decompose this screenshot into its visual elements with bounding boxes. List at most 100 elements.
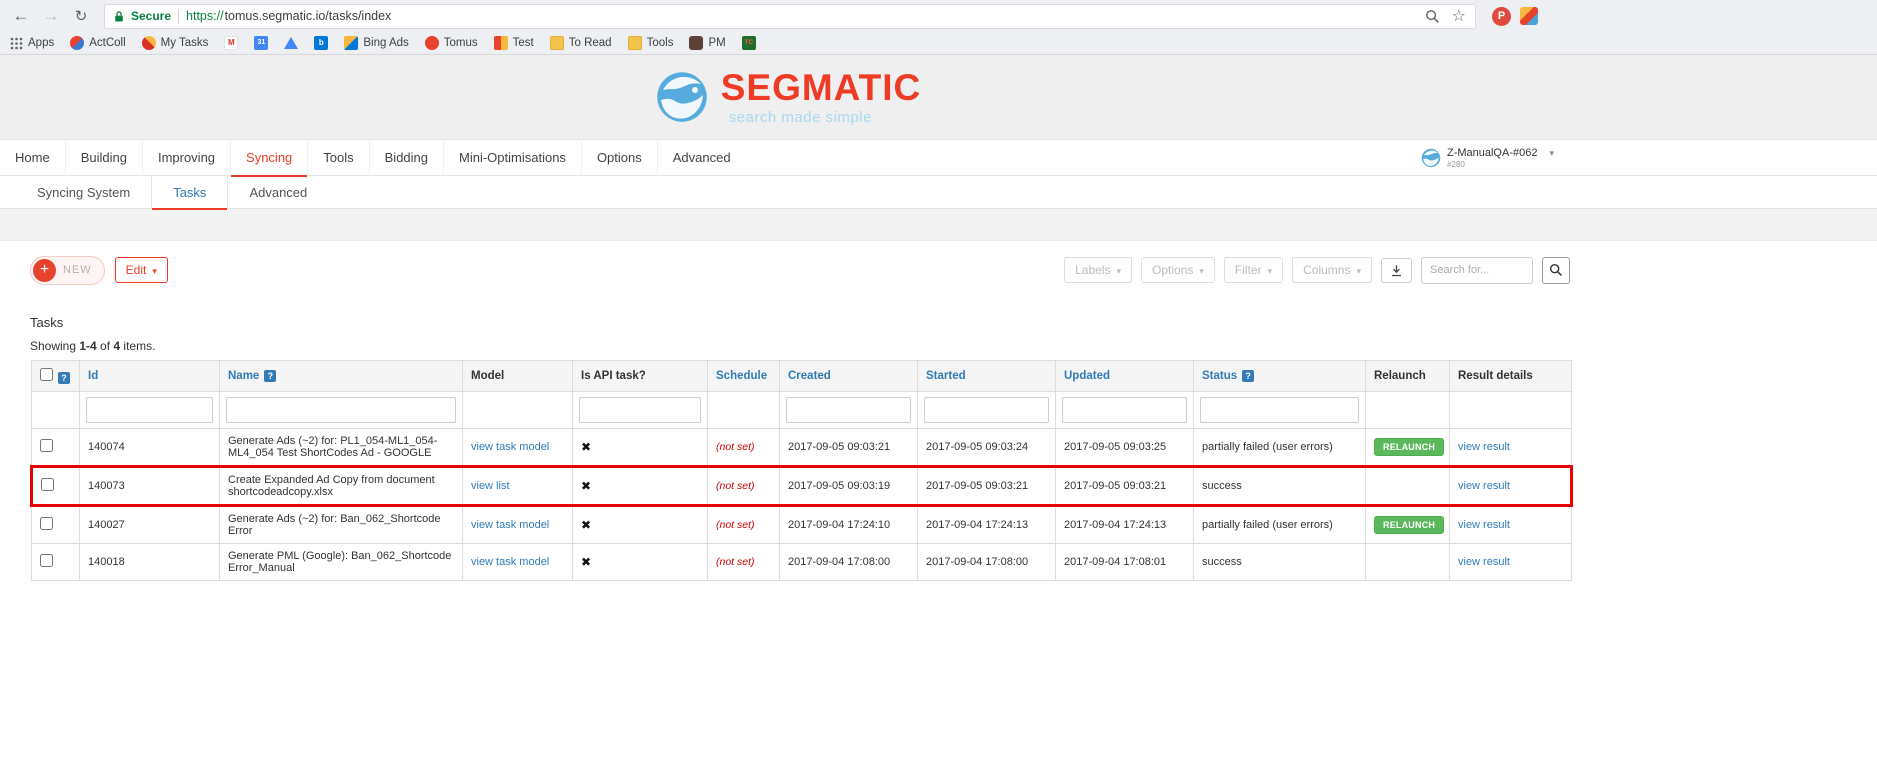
nav-item-mini-optimisations[interactable]: Mini-Optimisations (443, 139, 581, 176)
address-bar[interactable]: Secure https:// tomus.segmatic.io/tasks/… (104, 3, 1476, 29)
extension-p-icon[interactable]: P (1492, 6, 1511, 26)
column-header-name[interactable]: Name (228, 370, 259, 382)
help-icon[interactable] (264, 369, 277, 382)
zoom-icon[interactable] (1425, 9, 1440, 24)
task-started: 2017-09-04 17:08:00 (917, 543, 1056, 581)
bookmark-label: To Read (568, 37, 612, 49)
column-header-relaunch: Relaunch (1374, 370, 1426, 382)
relaunch-button[interactable]: RELAUNCH (1374, 516, 1445, 534)
task-status: partially failed (user errors) (1193, 428, 1366, 467)
column-header-updated[interactable]: Updated (1064, 370, 1110, 382)
browser-reload-icon[interactable] (68, 3, 94, 29)
view-result-link[interactable]: view result (1458, 556, 1510, 568)
tasks-toolbar: + NEW Edit Labels Options Filter Columns (30, 253, 1570, 287)
column-header-created[interactable]: Created (788, 370, 831, 382)
subnav-item-syncing-system[interactable]: Syncing System (16, 176, 151, 209)
bookmark-to-read[interactable]: To Read (549, 36, 612, 50)
nav-item-advanced[interactable]: Advanced (656, 139, 746, 176)
row-checkbox[interactable] (40, 554, 53, 567)
segmatic-logo[interactable]: SEGMATIC search made simple (721, 69, 922, 126)
view-task-model-link[interactable]: view task model (471, 519, 549, 531)
bookmark-my-tasks[interactable]: My Tasks (141, 36, 209, 50)
view-list-link[interactable]: view list (471, 480, 510, 492)
view-result-link[interactable]: view result (1458, 480, 1510, 492)
task-started: 2017-09-05 09:03:24 (917, 428, 1056, 467)
tomus-favicon (424, 36, 439, 50)
edit-dropdown-button[interactable]: Edit (114, 257, 168, 283)
task-id: 140073 (79, 465, 220, 507)
extension-pencil-icon[interactable] (1520, 7, 1538, 25)
nav-item-improving[interactable]: Improving (141, 139, 230, 176)
table-filter-row (31, 391, 1572, 429)
bookmark-tools[interactable]: Tools (627, 36, 673, 50)
task-name: Create Expanded Ad Copy from document sh… (219, 465, 463, 507)
nav-item-home[interactable]: Home (0, 139, 65, 176)
nav-item-options[interactable]: Options (580, 139, 657, 176)
bookmark-label: ActColl (89, 37, 126, 49)
help-icon[interactable] (58, 371, 70, 384)
columns-dropdown-button[interactable]: Columns (1292, 257, 1372, 283)
filter-name-input[interactable] (226, 397, 456, 423)
nav-item-syncing[interactable]: Syncing (230, 139, 308, 177)
nav-item-building[interactable]: Building (64, 139, 142, 176)
subnav-item-advanced[interactable]: Advanced (228, 176, 328, 209)
search-button[interactable] (1542, 256, 1570, 284)
my-tasks-favicon (141, 36, 156, 50)
row-checkbox[interactable] (41, 478, 54, 491)
chevron-down-icon (1268, 263, 1273, 277)
column-header-started[interactable]: Started (926, 370, 966, 382)
bookmark-gmail[interactable]: M (224, 36, 239, 50)
view-task-model-link[interactable]: view task model (471, 556, 549, 568)
bookmark-bing[interactable]: b (314, 36, 329, 50)
bookmark-bing-ads[interactable]: Bing Ads (344, 36, 409, 50)
triangle-favicon (284, 37, 299, 49)
help-icon[interactable] (1242, 369, 1255, 382)
view-result-link[interactable]: view result (1458, 519, 1510, 531)
select-all-checkbox[interactable] (40, 368, 53, 381)
user-menu[interactable]: Z-ManualQA-#062 #280 (1421, 147, 1554, 169)
bookmark-test[interactable]: Test (493, 36, 534, 50)
bookmark-label: My Tasks (160, 37, 209, 49)
calendar-favicon: 31 (254, 36, 269, 50)
bookmark-pm[interactable]: PM (689, 36, 726, 50)
filter-is-api-task-input[interactable] (579, 397, 701, 423)
search-input[interactable] (1421, 256, 1533, 284)
filter-id-input[interactable] (86, 397, 213, 423)
filter-updated-input[interactable] (1062, 397, 1187, 423)
column-header-id[interactable]: Id (88, 370, 98, 382)
actcoll-favicon (70, 36, 85, 50)
task-created: 2017-09-05 09:03:21 (779, 428, 918, 467)
download-button[interactable] (1381, 257, 1412, 283)
subnav-item-tasks[interactable]: Tasks (151, 176, 229, 210)
nav-item-bidding[interactable]: Bidding (368, 139, 443, 176)
task-updated: 2017-09-05 09:03:25 (1055, 428, 1194, 467)
row-checkbox[interactable] (40, 439, 53, 452)
logo-section: SEGMATIC search made simple (0, 55, 1877, 139)
browser-back-icon[interactable] (8, 3, 34, 29)
filter-dropdown-button[interactable]: Filter (1223, 257, 1284, 283)
browser-forward-icon[interactable] (38, 3, 64, 29)
filter-started-input[interactable] (924, 397, 1049, 423)
relaunch-button[interactable]: RELAUNCH (1374, 438, 1445, 456)
nav-item-tools[interactable]: Tools (307, 139, 368, 176)
task-name: Generate PML (Google): Ban_062_Shortcode… (219, 543, 463, 581)
bookmark-actcoll[interactable]: ActColl (70, 36, 126, 50)
bookmark-tomus[interactable]: Tomus (424, 36, 478, 50)
row-checkbox[interactable] (40, 517, 53, 530)
main-nav: Home Building Improving Syncing Tools Bi… (0, 139, 1877, 177)
column-header-schedule[interactable]: Schedule (716, 370, 767, 382)
bookmark-apps[interactable]: Apps (10, 37, 54, 50)
filter-status-input[interactable] (1200, 397, 1359, 423)
view-result-link[interactable]: view result (1458, 441, 1510, 453)
user-globe-icon (1421, 148, 1441, 167)
bookmark-calendar[interactable]: 31 (254, 36, 269, 50)
bookmark-star-icon[interactable] (1452, 6, 1466, 26)
column-header-status[interactable]: Status (1202, 370, 1237, 382)
labels-dropdown-button[interactable]: Labels (1064, 257, 1133, 283)
new-button[interactable]: + NEW (30, 255, 105, 285)
bookmark-tc[interactable]: TC (741, 36, 756, 50)
bookmark-analytics[interactable] (284, 37, 299, 49)
filter-created-input[interactable] (786, 397, 911, 423)
options-dropdown-button[interactable]: Options (1141, 257, 1215, 283)
view-task-model-link[interactable]: view task model (471, 441, 549, 453)
